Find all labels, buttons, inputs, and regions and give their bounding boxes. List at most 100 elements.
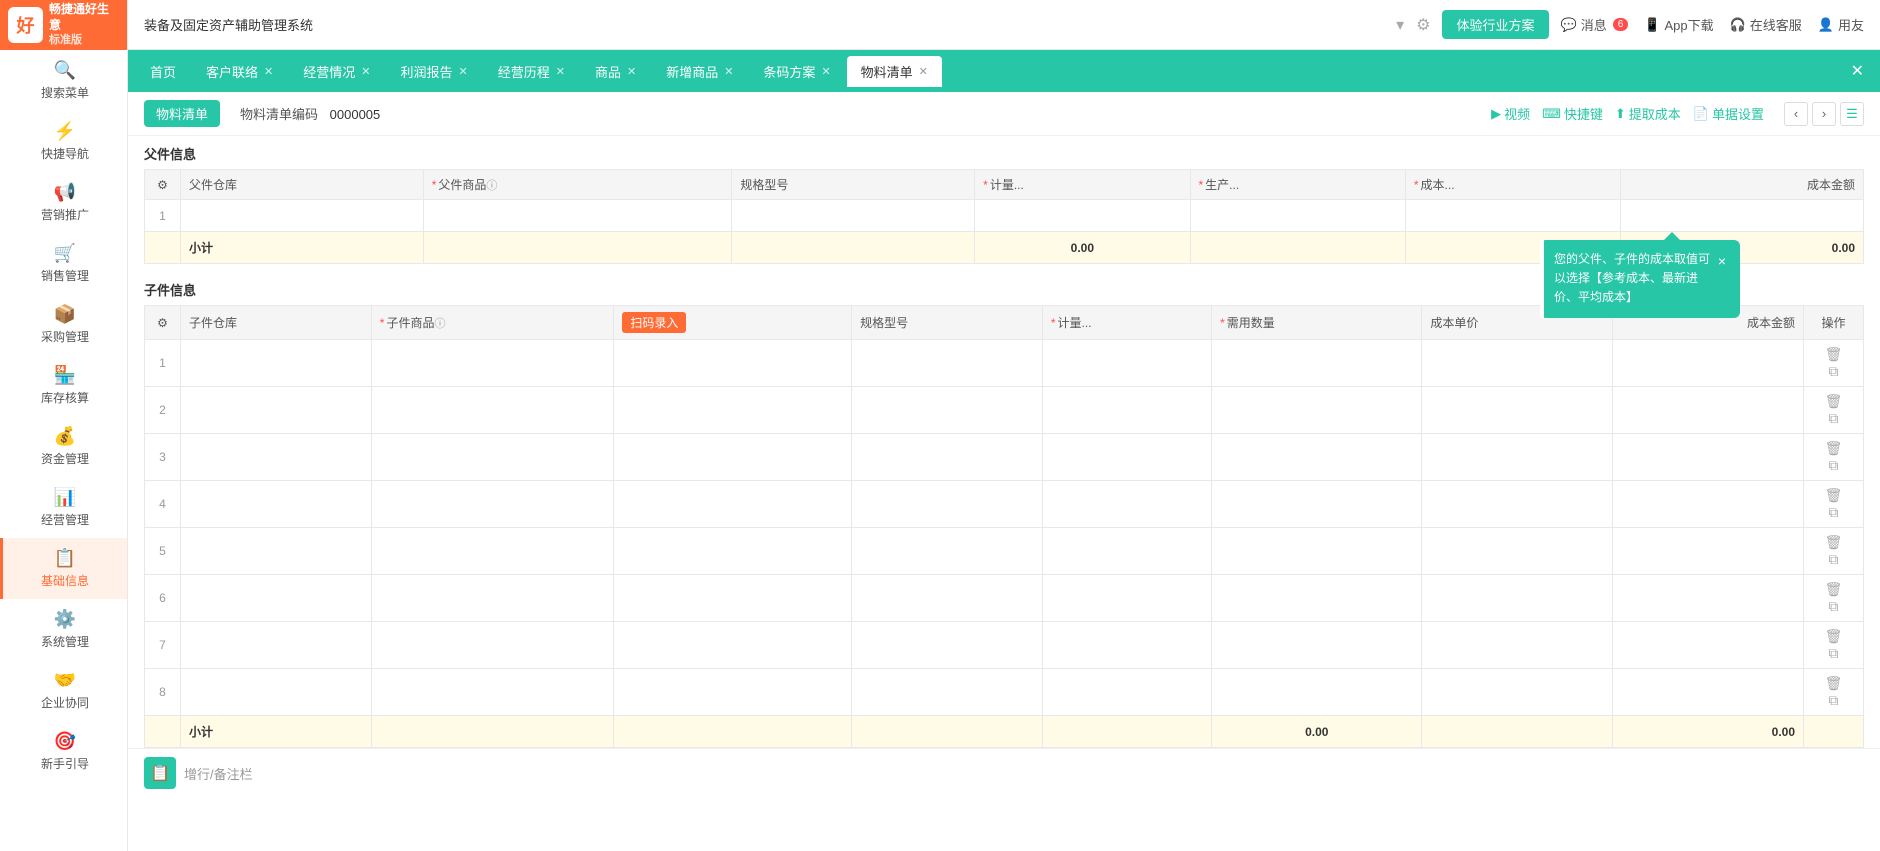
child-th-settings[interactable]: ⚙	[145, 306, 181, 340]
online-service-action[interactable]: 🎧 在线客服	[1730, 15, 1802, 34]
tooltip-close[interactable]: ×	[1718, 250, 1726, 272]
copy-icon-7[interactable]: ⧉	[1829, 645, 1839, 661]
copy-icon-3[interactable]: ⧉	[1829, 457, 1839, 473]
child-td-product-6[interactable]	[371, 575, 614, 622]
child-td-spec-4[interactable]	[852, 481, 1043, 528]
child-td-product-2[interactable]	[371, 387, 614, 434]
sidebar-item-系统管理[interactable]: ⚙️系统管理	[0, 599, 127, 660]
child-td-warehouse-2[interactable]	[181, 387, 372, 434]
delete-icon-1[interactable]: 🗑	[1825, 346, 1843, 362]
extract-cost-action[interactable]: ⬆ 提取成本	[1615, 104, 1681, 123]
child-td-spec-8[interactable]	[852, 669, 1043, 716]
child-td-unit-6[interactable]	[1042, 575, 1211, 622]
child-td-product-1[interactable]	[371, 340, 614, 387]
grid-view-icon[interactable]: ☰	[1840, 102, 1864, 126]
app-download-action[interactable]: 📱 App下载	[1644, 15, 1713, 34]
tab-close-2[interactable]: ✕	[361, 65, 370, 78]
child-td-unit-7[interactable]	[1042, 622, 1211, 669]
next-arrow[interactable]: ›	[1812, 102, 1836, 126]
tab-close-7[interactable]: ✕	[821, 65, 830, 78]
child-td-scan-3[interactable]	[614, 434, 852, 481]
nav-tab-8[interactable]: 物料清单✕	[847, 56, 942, 87]
delete-icon-5[interactable]: 🗑	[1825, 534, 1843, 550]
sidebar-item-经营管理[interactable]: 📊经营管理	[0, 477, 127, 538]
child-td-unit-cost-2[interactable]	[1422, 387, 1613, 434]
child-td-scan-8[interactable]	[614, 669, 852, 716]
child-td-qty-4[interactable]	[1212, 481, 1422, 528]
child-td-qty-2[interactable]	[1212, 387, 1422, 434]
child-td-product-3[interactable]	[371, 434, 614, 481]
child-td-warehouse-3[interactable]	[181, 434, 372, 481]
sidebar-item-新手引导[interactable]: 🎯新手引导	[0, 721, 127, 782]
nav-tab-1[interactable]: 客户联络✕	[192, 56, 287, 87]
child-td-spec-3[interactable]	[852, 434, 1043, 481]
child-td-unit-cost-1[interactable]	[1422, 340, 1613, 387]
child-td-warehouse-6[interactable]	[181, 575, 372, 622]
tab-close-6[interactable]: ✕	[724, 65, 733, 78]
sidebar-item-搜索菜单[interactable]: 🔍搜索菜单	[0, 50, 127, 111]
trial-btn[interactable]: 体验行业方案	[1442, 10, 1548, 39]
child-td-qty-6[interactable]	[1212, 575, 1422, 622]
expand-icon[interactable]: ▾	[1396, 15, 1404, 35]
parent-td-spec[interactable]	[732, 200, 975, 232]
scan-input-btn[interactable]: 扫码录入	[622, 312, 686, 333]
sidebar-item-采购管理[interactable]: 📦采购管理	[0, 294, 127, 355]
single-settings-action[interactable]: 📄 单据设置	[1693, 104, 1764, 123]
child-td-product-5[interactable]	[371, 528, 614, 575]
parent-td-unit[interactable]	[975, 200, 1190, 232]
delete-icon-8[interactable]: 🗑	[1825, 675, 1843, 691]
delete-icon-4[interactable]: 🗑	[1825, 487, 1843, 503]
child-td-qty-1[interactable]	[1212, 340, 1422, 387]
sidebar-item-销售管理[interactable]: 🛒销售管理	[0, 233, 127, 294]
sidebar-item-资金管理[interactable]: 💰资金管理	[0, 416, 127, 477]
copy-icon-5[interactable]: ⧉	[1829, 551, 1839, 567]
copy-icon-6[interactable]: ⧉	[1829, 598, 1839, 614]
prev-arrow[interactable]: ‹	[1784, 102, 1808, 126]
child-td-spec-2[interactable]	[852, 387, 1043, 434]
message-action[interactable]: 💬 消息 6	[1561, 15, 1629, 34]
child-td-unit-4[interactable]	[1042, 481, 1211, 528]
parent-td-warehouse[interactable]	[181, 200, 424, 232]
child-td-unit-8[interactable]	[1042, 669, 1211, 716]
child-td-unit-cost-8[interactable]	[1422, 669, 1613, 716]
sidebar-item-库存核算[interactable]: 🏪库存核算	[0, 355, 127, 416]
nav-tab-4[interactable]: 经营历程✕	[484, 56, 579, 87]
tab-close-1[interactable]: ✕	[264, 65, 273, 78]
close-all-tabs[interactable]: ✕	[1843, 57, 1872, 85]
child-td-spec-1[interactable]	[852, 340, 1043, 387]
view-action[interactable]: ▶ 视频	[1491, 104, 1530, 123]
child-td-qty-8[interactable]	[1212, 669, 1422, 716]
child-td-qty-3[interactable]	[1212, 434, 1422, 481]
tab-close-5[interactable]: ✕	[627, 65, 636, 78]
sidebar-item-快捷导航[interactable]: ⚡快捷导航	[0, 111, 127, 172]
child-td-warehouse-4[interactable]	[181, 481, 372, 528]
child-td-unit-5[interactable]	[1042, 528, 1211, 575]
nav-tab-7[interactable]: 条码方案✕	[749, 56, 844, 87]
child-td-product-8[interactable]	[371, 669, 614, 716]
child-td-unit-2[interactable]	[1042, 387, 1211, 434]
nav-tab-6[interactable]: 新增商品✕	[652, 56, 747, 87]
child-td-scan-5[interactable]	[614, 528, 852, 575]
nav-tab-2[interactable]: 经营情况✕	[289, 56, 384, 87]
delete-icon-6[interactable]: 🗑	[1825, 581, 1843, 597]
tab-close-8[interactable]: ✕	[919, 65, 928, 78]
sidebar-item-基础信息[interactable]: 📋基础信息	[0, 538, 127, 599]
settings-icon[interactable]: ⚙	[1416, 15, 1430, 35]
child-td-unit-cost-6[interactable]	[1422, 575, 1613, 622]
sidebar-item-营销推广[interactable]: 📢营销推广	[0, 172, 127, 233]
child-td-scan-4[interactable]	[614, 481, 852, 528]
child-td-warehouse-5[interactable]	[181, 528, 372, 575]
child-td-product-7[interactable]	[371, 622, 614, 669]
delete-icon-2[interactable]: 🗑	[1825, 393, 1843, 409]
child-td-warehouse-7[interactable]	[181, 622, 372, 669]
copy-icon-2[interactable]: ⧉	[1829, 410, 1839, 426]
child-td-scan-7[interactable]	[614, 622, 852, 669]
child-td-product-4[interactable]	[371, 481, 614, 528]
child-td-unit-1[interactable]	[1042, 340, 1211, 387]
delete-icon-7[interactable]: 🗑	[1825, 628, 1843, 644]
user-action[interactable]: 👤 用友	[1818, 15, 1864, 34]
tab-close-3[interactable]: ✕	[459, 65, 468, 78]
tab-close-4[interactable]: ✕	[556, 65, 565, 78]
child-td-unit-cost-7[interactable]	[1422, 622, 1613, 669]
nav-tab-3[interactable]: 利润报告✕	[386, 56, 481, 87]
